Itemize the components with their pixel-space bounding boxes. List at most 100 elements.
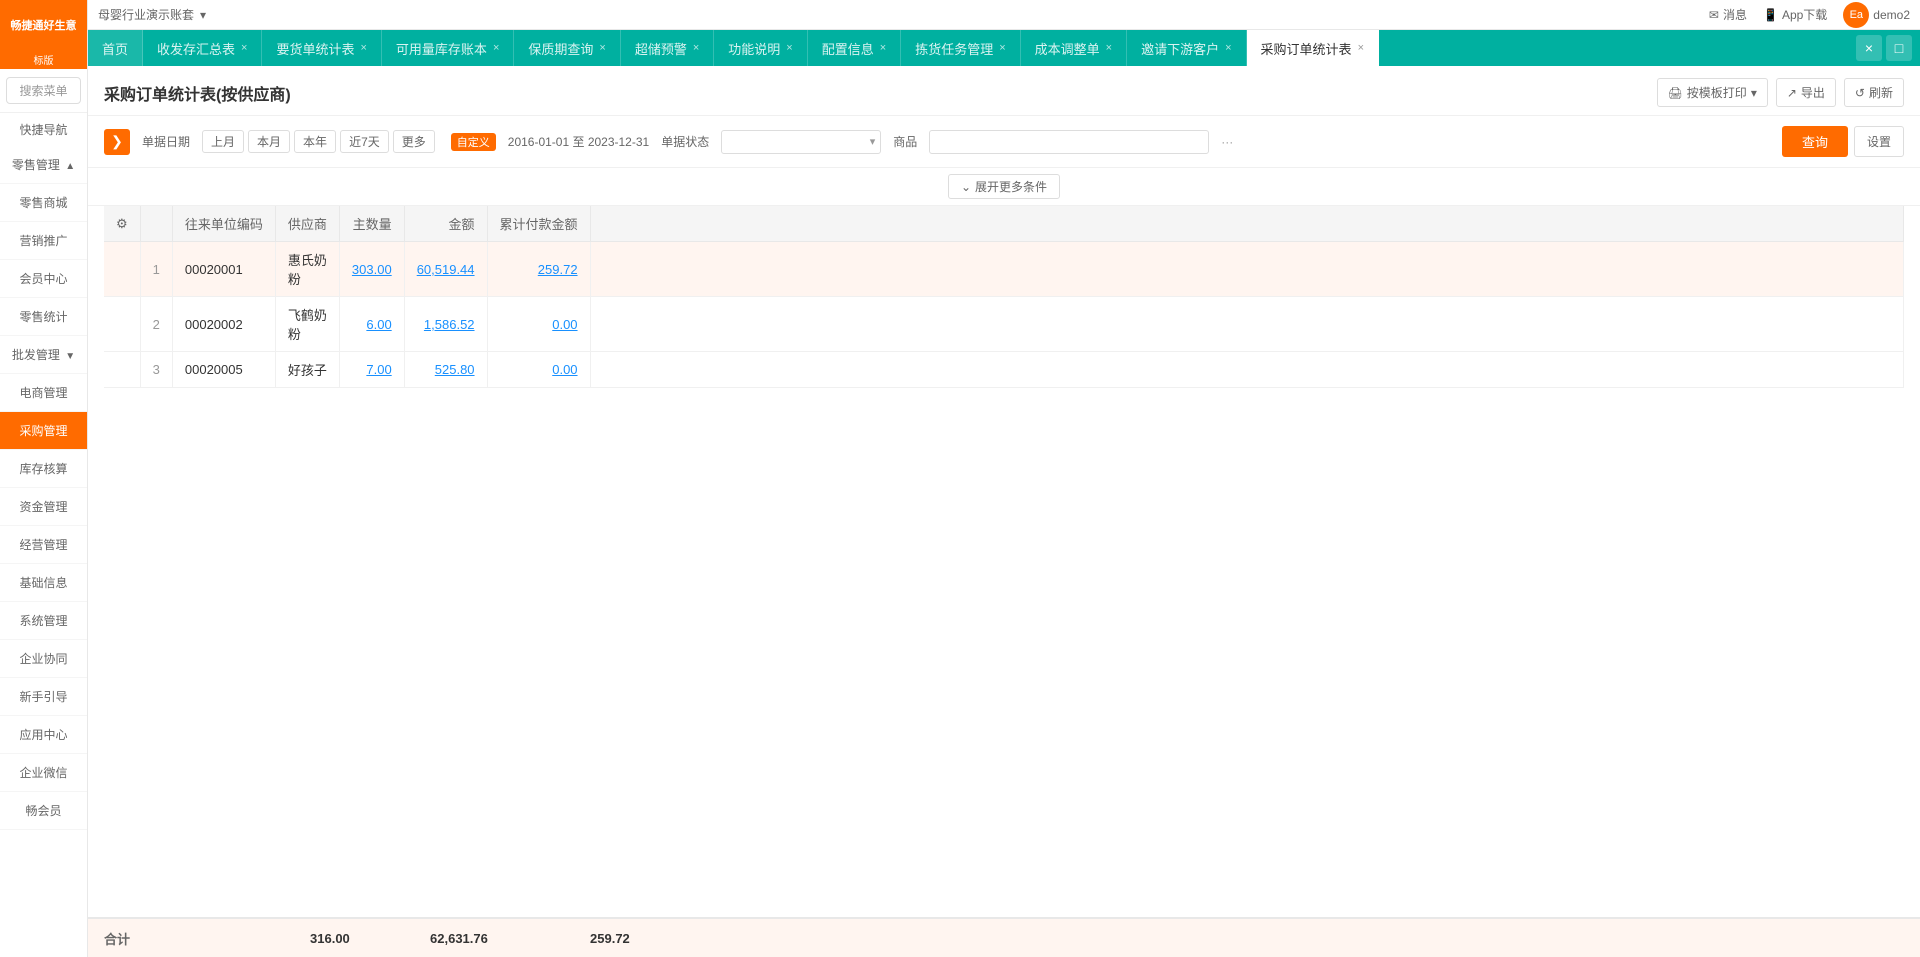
export-label: 导出 xyxy=(1801,84,1825,101)
shortcut-this-month[interactable]: 本月 xyxy=(248,130,290,153)
row-no-1: 1 xyxy=(140,242,172,297)
sidebar-item-marketing[interactable]: 营销推广 xyxy=(0,222,87,260)
quick-nav-item[interactable]: 快捷导航 xyxy=(0,113,87,146)
tab-baozhi[interactable]: 保质期查询× xyxy=(514,30,620,66)
message-item[interactable]: ✉ 消息 xyxy=(1709,6,1747,23)
tab-chaochun[interactable]: 超储预警× xyxy=(621,30,714,66)
sidebar-item-purchase[interactable]: 采购管理 xyxy=(0,412,87,450)
close-icon[interactable]: × xyxy=(599,42,605,54)
print-button[interactable]: 🖨 按模板打印 ▾ xyxy=(1657,78,1768,107)
shortcut-this-year[interactable]: 本年 xyxy=(294,130,336,153)
tab-yaohuo[interactable]: 要货单统计表× xyxy=(262,30,381,66)
row-qty-2[interactable]: 6.00 xyxy=(339,297,404,352)
tab-yaoqing[interactable]: 邀请下游客户 × xyxy=(1127,30,1246,66)
sidebar-item-wechat[interactable]: 企业微信 xyxy=(0,754,87,792)
row-paid-1[interactable]: 259.72 xyxy=(487,242,590,297)
tab-home[interactable]: 首页 xyxy=(88,30,143,66)
table-row: 3 00020005 好孩子 7.00 525.80 0.00 xyxy=(104,352,1904,388)
sidebar-item-finance[interactable]: 资金管理 xyxy=(0,488,87,526)
tab-chengben[interactable]: 成本调整单× xyxy=(1021,30,1127,66)
app-download-label: App下载 xyxy=(1782,6,1827,23)
avatar: Ea xyxy=(1843,2,1869,28)
print-label: 按模板打印 xyxy=(1687,84,1747,101)
row-gear-3[interactable] xyxy=(104,352,140,388)
close-icon[interactable]: × xyxy=(360,42,366,54)
close-icon[interactable]: × xyxy=(880,42,886,54)
sidebar-item-basic[interactable]: 基础信息 xyxy=(0,564,87,602)
user-profile[interactable]: Ea demo2 xyxy=(1843,2,1910,28)
export-button[interactable]: ↗ 导出 xyxy=(1776,78,1836,107)
row-paid-3[interactable]: 0.00 xyxy=(487,352,590,388)
tab-keyong-label: 可用量库存账本 xyxy=(396,39,487,58)
sidebar-item-ecommerce[interactable]: 电商管理 xyxy=(0,374,87,412)
query-button[interactable]: 查询 xyxy=(1782,126,1848,157)
filter-expand-arrow[interactable]: ❯ xyxy=(104,129,130,155)
row-qty-1[interactable]: 303.00 xyxy=(339,242,404,297)
goods-more-icon[interactable]: ··· xyxy=(1221,135,1233,149)
search-menu-button[interactable]: 搜索菜单 xyxy=(6,77,81,104)
close-icon[interactable]: × xyxy=(786,42,792,54)
gear-col-header[interactable]: ⚙ xyxy=(104,206,140,242)
close-icon[interactable]: × xyxy=(241,42,247,54)
row-gear-2[interactable] xyxy=(104,297,140,352)
search-menu-area[interactable]: 搜索菜单 xyxy=(0,69,87,113)
sidebar-item-retail-stat[interactable]: 零售统计 xyxy=(0,298,87,336)
print-icon: 🖨 xyxy=(1668,86,1683,100)
workspace-dropdown-icon[interactable]: ▾ xyxy=(200,8,206,22)
shortcut-last-month[interactable]: 上月 xyxy=(202,130,244,153)
expand-more-icon: ⌄ xyxy=(961,180,971,194)
sidebar-item-retail[interactable]: 零售管理 ▲ xyxy=(0,146,87,184)
tab-pihuo[interactable]: 拣货任务管理× xyxy=(901,30,1020,66)
sidebar-item-system[interactable]: 系统管理 xyxy=(0,602,87,640)
settings-button[interactable]: 设置 xyxy=(1854,126,1904,157)
tab-keyong[interactable]: 可用量库存账本 × xyxy=(382,30,514,66)
tab-shoufa[interactable]: 收发存汇总表× xyxy=(143,30,262,66)
print-dropdown-icon[interactable]: ▾ xyxy=(1751,86,1757,100)
close-icon[interactable]: × xyxy=(1106,42,1112,54)
tab-gongneng[interactable]: 功能说明× xyxy=(714,30,807,66)
sidebar-item-newbie[interactable]: 新手引导 xyxy=(0,678,87,716)
tab-peizhi[interactable]: 配置信息× xyxy=(808,30,901,66)
close-icon[interactable]: × xyxy=(1358,42,1364,54)
close-icon[interactable]: × xyxy=(999,42,1005,54)
row-supplier-1: 惠氏奶粉 xyxy=(275,242,339,297)
row-qty-3[interactable]: 7.00 xyxy=(339,352,404,388)
close-icon[interactable]: × xyxy=(693,42,699,54)
sidebar-item-wholesale[interactable]: 批发管理 ▼ xyxy=(0,336,87,374)
tab-close-button[interactable]: × xyxy=(1856,35,1882,61)
data-table: ⚙ 往来单位编码 供应商 主数量 金额 累计付款金额 1 00020001 xyxy=(104,206,1904,388)
close-icon[interactable]: × xyxy=(1225,42,1231,54)
spacer-col-header xyxy=(590,206,1903,242)
code-col-header: 往来单位编码 xyxy=(172,206,275,242)
summary-label: 合计 xyxy=(104,929,130,948)
sidebar-item-vip[interactable]: 畅会员 xyxy=(0,792,87,830)
shortcut-7days[interactable]: 近7天 xyxy=(340,130,389,153)
row-paid-2[interactable]: 0.00 xyxy=(487,297,590,352)
row-gear-1[interactable] xyxy=(104,242,140,297)
page-header: 采购订单统计表(按供应商) 🖨 按模板打印 ▾ ↗ 导出 ↺ 刷新 xyxy=(88,66,1920,116)
sidebar-item-operation[interactable]: 经营管理 xyxy=(0,526,87,564)
qty-col-header: 主数量 xyxy=(339,206,404,242)
sidebar-item-retail-mall[interactable]: 零售商城 xyxy=(0,184,87,222)
sidebar-item-inventory[interactable]: 库存核算 xyxy=(0,450,87,488)
expand-more-button[interactable]: ⌄ 展开更多条件 xyxy=(948,174,1060,199)
sidebar-item-appstore[interactable]: 应用中心 xyxy=(0,716,87,754)
app-download-item[interactable]: 📱 App下载 xyxy=(1763,6,1827,23)
tab-caigou[interactable]: 采购订单统计表× xyxy=(1247,30,1379,66)
message-label: 消息 xyxy=(1723,6,1747,23)
row-amount-1[interactable]: 60,519.44 xyxy=(404,242,487,297)
refresh-button[interactable]: ↺ 刷新 xyxy=(1844,78,1904,107)
close-icon[interactable]: × xyxy=(493,42,499,54)
tab-maximize-button[interactable]: □ xyxy=(1886,35,1912,61)
sidebar-item-member[interactable]: 会员中心 xyxy=(0,260,87,298)
tab-yaoqing-label: 邀请下游客户 xyxy=(1141,39,1219,58)
shortcut-more[interactable]: 更多 xyxy=(393,130,435,153)
chevron-down-icon: ▲ xyxy=(65,161,75,172)
custom-date-badge: 自定义 xyxy=(451,133,496,151)
sidebar-item-corp[interactable]: 企业协同 xyxy=(0,640,87,678)
status-select[interactable] xyxy=(721,130,881,154)
row-amount-3[interactable]: 525.80 xyxy=(404,352,487,388)
goods-input[interactable] xyxy=(929,130,1209,154)
page-title: 采购订单统计表(按供应商) xyxy=(104,81,291,105)
row-amount-2[interactable]: 1,586.52 xyxy=(404,297,487,352)
